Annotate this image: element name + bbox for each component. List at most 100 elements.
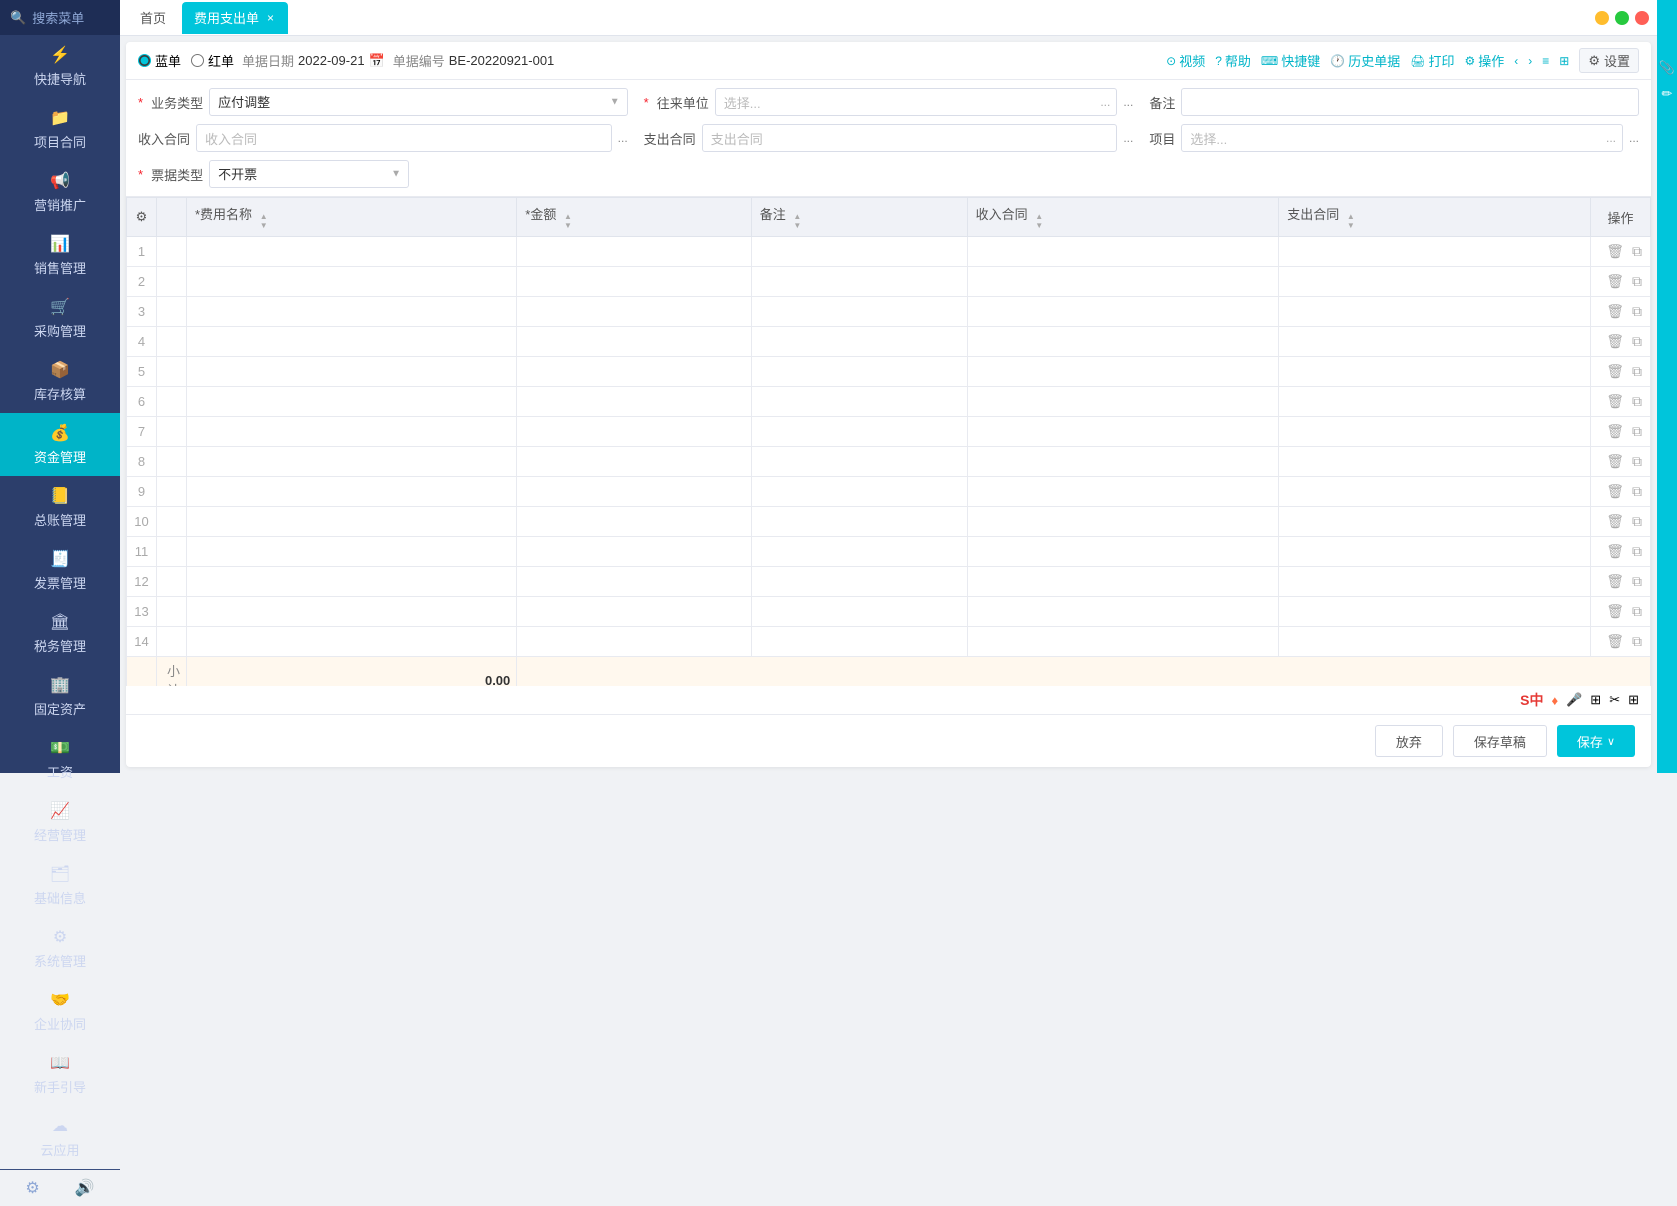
income-contract-cell[interactable] — [967, 327, 1279, 357]
expense-contract-cell[interactable] — [1279, 297, 1591, 327]
income-contract-cell[interactable] — [967, 507, 1279, 537]
copy-row-button[interactable]: ⧉ — [1630, 601, 1644, 622]
sidebar-item-cloud-app[interactable]: ☁云应用 — [0, 1106, 120, 1169]
sidebar-item-payroll[interactable]: 💵工资 — [0, 728, 120, 791]
income-contract-cell[interactable] — [967, 297, 1279, 327]
discard-button[interactable]: 放弃 — [1375, 725, 1443, 757]
amount-cell[interactable] — [517, 267, 751, 297]
expense-name-cell[interactable] — [187, 597, 517, 627]
amount-cell[interactable] — [517, 627, 751, 657]
th-expense-contract[interactable]: 支出合同 ▲▼ — [1279, 198, 1591, 237]
copy-row-button[interactable]: ⧉ — [1630, 421, 1644, 442]
help-link[interactable]: ? 帮助 — [1215, 51, 1251, 70]
expense-name-cell[interactable] — [187, 357, 517, 387]
sidebar-item-sales-mgmt[interactable]: 📊销售管理 — [0, 224, 120, 287]
right-panel-icon-2[interactable]: ✏ — [1662, 86, 1673, 102]
right-panel-icon-1[interactable]: 📎 — [1659, 60, 1675, 76]
window-close-button[interactable] — [1635, 11, 1649, 25]
sidebar-item-new-guide[interactable]: 📖新手引导 — [0, 1043, 120, 1106]
expense-name-cell[interactable] — [187, 237, 517, 267]
income-contract-sort[interactable]: ▲▼ — [1035, 213, 1043, 230]
income-contract-cell[interactable] — [967, 357, 1279, 387]
blue-bill-radio[interactable]: 蓝单 — [138, 51, 181, 70]
note-sort[interactable]: ▲▼ — [793, 213, 801, 230]
sidebar-item-ops-mgmt[interactable]: 📈经营管理 — [0, 791, 120, 854]
th-amount[interactable]: *金额 ▲▼ — [517, 198, 751, 237]
amount-cell[interactable] — [517, 567, 751, 597]
view-list[interactable]: ≡ — [1542, 54, 1549, 68]
delete-row-button[interactable]: 🗑 — [1604, 241, 1626, 262]
th-expense-name[interactable]: *费用名称 ▲▼ — [187, 198, 517, 237]
amount-cell[interactable] — [517, 237, 751, 267]
note-cell[interactable] — [751, 537, 967, 567]
amount-cell[interactable] — [517, 507, 751, 537]
nav-prev[interactable]: ‹ — [1514, 54, 1518, 68]
sidebar-item-sys-mgmt[interactable]: ⚙系统管理 — [0, 917, 120, 980]
note-cell[interactable] — [751, 417, 967, 447]
amount-cell[interactable] — [517, 537, 751, 567]
sidebar-item-quick-nav[interactable]: ⚡快捷导航 — [0, 35, 120, 98]
note-cell[interactable] — [751, 297, 967, 327]
save-button[interactable]: 保存 ∨ — [1557, 725, 1635, 757]
copy-row-button[interactable]: ⧉ — [1630, 511, 1644, 532]
copy-row-button[interactable]: ⧉ — [1630, 301, 1644, 322]
expense-contract-cell[interactable] — [1279, 507, 1591, 537]
sidebar-item-fixed-assets[interactable]: 🏢固定资产 — [0, 665, 120, 728]
expense-contract-cell[interactable] — [1279, 357, 1591, 387]
nav-next[interactable]: › — [1528, 54, 1532, 68]
tab-home[interactable]: 首页 — [128, 2, 178, 34]
expense-name-cell[interactable] — [187, 477, 517, 507]
expense-name-cell[interactable] — [187, 537, 517, 567]
delete-row-button[interactable]: 🗑 — [1604, 541, 1626, 562]
expense-name-cell[interactable] — [187, 327, 517, 357]
income-contract-cell[interactable] — [967, 627, 1279, 657]
th-settings[interactable]: ⚙ — [127, 198, 157, 237]
delete-row-button[interactable]: 🗑 — [1604, 421, 1626, 442]
red-bill-radio[interactable]: 红单 — [191, 51, 234, 70]
settings-icon[interactable]: ⚙ — [25, 1178, 39, 1198]
copy-row-button[interactable]: ⧉ — [1630, 331, 1644, 352]
delete-row-button[interactable]: 🗑 — [1604, 361, 1626, 382]
amount-cell[interactable] — [517, 387, 751, 417]
expense-contract-cell[interactable] — [1279, 447, 1591, 477]
sidebar-item-inventory[interactable]: 📦库存核算 — [0, 350, 120, 413]
window-minimize-button[interactable] — [1595, 11, 1609, 25]
sidebar-item-tax-mgmt[interactable]: 🏛税务管理 — [0, 602, 120, 665]
tab-expense[interactable]: 费用支出单 × — [182, 2, 288, 34]
expense-contract-sort[interactable]: ▲▼ — [1347, 213, 1355, 230]
project-input[interactable]: 选择... — [1181, 124, 1623, 152]
expense-name-cell[interactable] — [187, 267, 517, 297]
note-cell[interactable] — [751, 267, 967, 297]
expense-name-cell[interactable] — [187, 567, 517, 597]
delete-row-button[interactable]: 🗑 — [1604, 271, 1626, 292]
copy-row-button[interactable]: ⧉ — [1630, 451, 1644, 472]
expense-name-cell[interactable] — [187, 297, 517, 327]
expense-contract-cell[interactable] — [1279, 567, 1591, 597]
amount-cell[interactable] — [517, 447, 751, 477]
income-contract-cell[interactable] — [967, 267, 1279, 297]
sidebar-item-accounting[interactable]: 📒总账管理 — [0, 476, 120, 539]
expense-contract-input[interactable]: 支出合同 — [702, 124, 1118, 152]
sidebar-item-purchase-mgmt[interactable]: 🛒采购管理 — [0, 287, 120, 350]
sidebar-item-enterprise[interactable]: 🤝企业协同 — [0, 980, 120, 1043]
sidebar-item-project-contract[interactable]: 📁项目合同 — [0, 98, 120, 161]
copy-row-button[interactable]: ⧉ — [1630, 241, 1644, 262]
expense-contract-cell[interactable] — [1279, 537, 1591, 567]
note-cell[interactable] — [751, 477, 967, 507]
income-contract-cell[interactable] — [967, 567, 1279, 597]
expense-contract-cell[interactable] — [1279, 237, 1591, 267]
delete-row-button[interactable]: 🗑 — [1604, 391, 1626, 412]
delete-row-button[interactable]: 🗑 — [1604, 331, 1626, 352]
note-cell[interactable] — [751, 387, 967, 417]
copy-row-button[interactable]: ⧉ — [1630, 571, 1644, 592]
settings-button[interactable]: ⚙ 设置 — [1579, 48, 1639, 73]
expense-contract-cell[interactable] — [1279, 477, 1591, 507]
note-cell[interactable] — [751, 327, 967, 357]
expense-name-cell[interactable] — [187, 387, 517, 417]
history-link[interactable]: 🕐 历史单据 — [1330, 51, 1400, 70]
copy-row-button[interactable]: ⧉ — [1630, 271, 1644, 292]
amount-sort[interactable]: ▲▼ — [564, 213, 572, 230]
expense-name-cell[interactable] — [187, 417, 517, 447]
income-contract-cell[interactable] — [967, 237, 1279, 267]
expense-name-sort[interactable]: ▲▼ — [260, 213, 268, 230]
